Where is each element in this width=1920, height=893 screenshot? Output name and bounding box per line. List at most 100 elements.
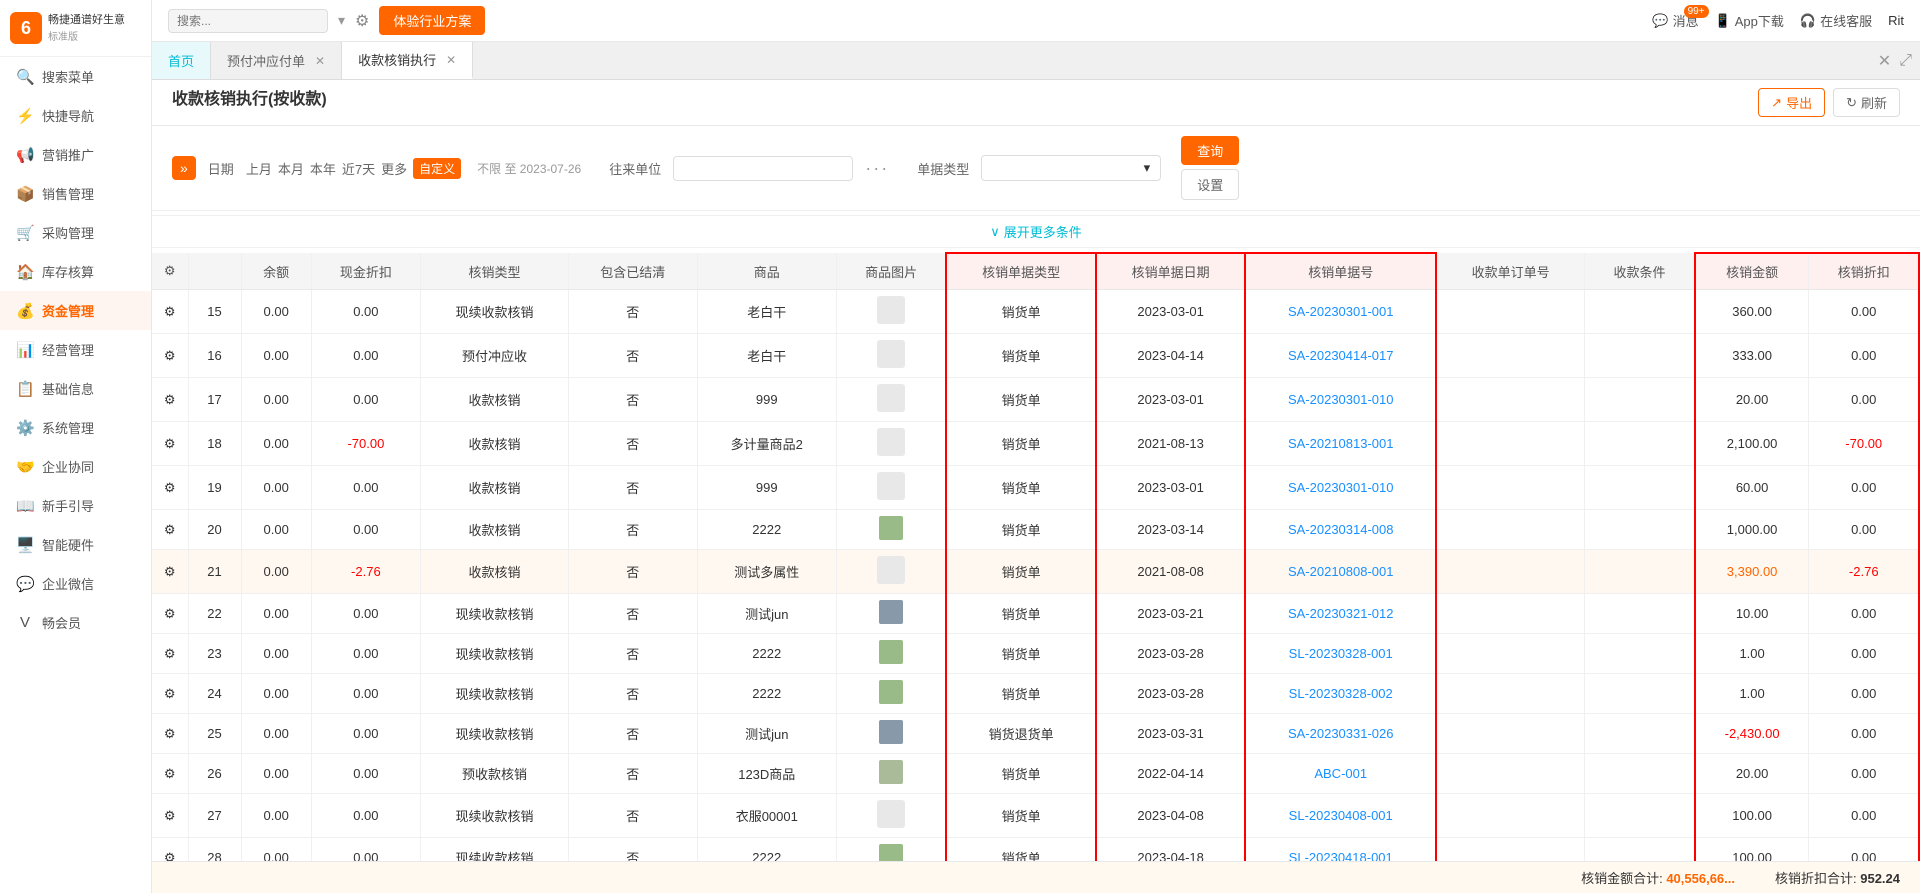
date-last-month[interactable]: 上月	[246, 159, 272, 178]
cell-gear[interactable]: ⚙	[152, 378, 188, 422]
cell-gear[interactable]: ⚙	[152, 838, 188, 862]
cell-gear[interactable]: ⚙	[152, 634, 188, 674]
row-gear-icon[interactable]: ⚙	[164, 606, 176, 621]
industry-solution-button[interactable]: 体验行业方案	[379, 6, 485, 35]
row-gear-icon[interactable]: ⚙	[164, 564, 176, 579]
row-gear-icon[interactable]: ⚙	[164, 480, 176, 495]
sidebar-item-畅会员[interactable]: V畅会员	[0, 603, 151, 642]
cell-gear[interactable]: ⚙	[152, 594, 188, 634]
sidebar-item-智能硬件[interactable]: 🖥️智能硬件	[0, 525, 151, 564]
sidebar-item-快捷导航[interactable]: ⚡快捷导航	[0, 96, 151, 135]
bill-no-link[interactable]: SA-20230301-001	[1288, 304, 1394, 319]
topbar-search-input[interactable]	[168, 9, 328, 33]
filter-collapse-button[interactable]: »	[172, 156, 196, 180]
cell-gear[interactable]: ⚙	[152, 466, 188, 510]
expand-more-button[interactable]: ∨ 展开更多条件	[152, 215, 1920, 248]
sidebar-item-库存核算[interactable]: 🏠库存核算	[0, 252, 151, 291]
sidebar-item-销售管理[interactable]: 📦销售管理	[0, 174, 151, 213]
online-service-button[interactable]: 🎧 在线客服	[1800, 11, 1872, 30]
counterpart-input[interactable]	[673, 156, 853, 181]
settings-button[interactable]: 设置	[1181, 169, 1239, 200]
table-row: ⚙ 28 0.00 0.00 现续收款核销 否 2222 销货单 2023-04…	[152, 838, 1919, 862]
bill-no-link[interactable]: SA-20230414-017	[1288, 348, 1394, 363]
message-button[interactable]: 💬 消息 99+	[1652, 11, 1698, 30]
app-download-button[interactable]: 📱 App下载	[1715, 11, 1784, 30]
bill-no-link[interactable]: SA-20230331-026	[1288, 726, 1394, 741]
export-button[interactable]: ↗ 导出	[1758, 88, 1825, 117]
sidebar-item-搜索菜单[interactable]: 🔍搜索菜单	[0, 57, 151, 96]
sidebar-item-采购管理[interactable]: 🛒采购管理	[0, 213, 151, 252]
row-gear-icon[interactable]: ⚙	[164, 686, 176, 701]
sidebar-item-营销推广[interactable]: 📢营销推广	[0, 135, 151, 174]
counterpart-more-icon[interactable]: ···	[865, 158, 889, 179]
date-more[interactable]: 更多	[381, 159, 407, 178]
cell-bill-no: SL-20230408-001	[1245, 794, 1436, 838]
row-gear-icon[interactable]: ⚙	[164, 348, 176, 363]
bill-no-link[interactable]: SA-20230314-008	[1288, 522, 1394, 537]
row-gear-icon[interactable]: ⚙	[164, 522, 176, 537]
bill-no-link[interactable]: SL-20230328-002	[1289, 686, 1393, 701]
bill-no-link[interactable]: SA-20210813-001	[1288, 436, 1394, 451]
sidebar-item-经营管理[interactable]: 📊经营管理	[0, 330, 151, 369]
bill-no-link[interactable]: SL-20230408-001	[1289, 808, 1393, 823]
cell-receipt-condition	[1585, 674, 1695, 714]
sidebar-item-新手引导[interactable]: 📖新手引导	[0, 486, 151, 525]
cell-gear[interactable]: ⚙	[152, 754, 188, 794]
tab-close-2[interactable]: ✕	[446, 53, 456, 67]
cell-gear[interactable]: ⚙	[152, 714, 188, 754]
bill-no-link[interactable]: SA-20230301-010	[1288, 480, 1394, 495]
row-gear-icon[interactable]: ⚙	[164, 766, 176, 781]
sidebar-item-企业协同[interactable]: 🤝企业协同	[0, 447, 151, 486]
date-this-month[interactable]: 本月	[278, 159, 304, 178]
cell-gear[interactable]: ⚙	[152, 550, 188, 594]
close-tab-icon[interactable]: ✕	[1878, 51, 1891, 71]
sidebar-item-资金管理[interactable]: 💰资金管理	[0, 291, 151, 330]
cell-bill-no: ABC-001	[1245, 754, 1436, 794]
cell-gear[interactable]: ⚙	[152, 422, 188, 466]
cell-gear[interactable]: ⚙	[152, 334, 188, 378]
cell-gear[interactable]: ⚙	[152, 510, 188, 550]
topbar-dropdown-icon[interactable]: ▾	[338, 12, 345, 29]
date-this-year[interactable]: 本年	[310, 159, 336, 178]
tab-首页[interactable]: 首页	[152, 42, 211, 79]
cell-cash-discount: 0.00	[311, 594, 420, 634]
search-button[interactable]: 查询	[1181, 136, 1239, 165]
cell-cash-discount: 0.00	[311, 794, 420, 838]
bill-no-link[interactable]: SA-20230321-012	[1288, 606, 1394, 621]
sidebar-item-企业微信[interactable]: 💬企业微信	[0, 564, 151, 603]
bill-no-link[interactable]: SL-20230418-001	[1289, 850, 1393, 861]
bill-no-link[interactable]: ABC-001	[1314, 766, 1367, 781]
row-gear-icon[interactable]: ⚙	[164, 646, 176, 661]
date-custom-button[interactable]: 自定义	[413, 158, 461, 179]
bill-no-link[interactable]: SA-20210808-001	[1288, 564, 1394, 579]
refresh-button[interactable]: ↻ 刷新	[1833, 88, 1900, 117]
cell-goods-image	[836, 466, 946, 510]
bill-type-select[interactable]: ▾	[981, 155, 1161, 181]
date-7days[interactable]: 近7天	[342, 159, 375, 178]
footer-verify-discount: 核销折扣合计: 952.24	[1775, 868, 1900, 887]
bill-no-link[interactable]: SA-20230301-010	[1288, 392, 1394, 407]
cell-gear[interactable]: ⚙	[152, 674, 188, 714]
maximize-icon[interactable]: ⤢	[1899, 52, 1912, 70]
row-gear-icon[interactable]: ⚙	[164, 850, 176, 862]
row-gear-icon[interactable]: ⚙	[164, 304, 176, 319]
cell-cash-discount: 0.00	[311, 510, 420, 550]
bill-no-link[interactable]: SL-20230328-001	[1289, 646, 1393, 661]
sidebar-item-基础信息[interactable]: 📋基础信息	[0, 369, 151, 408]
row-gear-icon[interactable]: ⚙	[164, 392, 176, 407]
cell-gear[interactable]: ⚙	[152, 794, 188, 838]
tab-预付冲应付单[interactable]: 预付冲应付单✕	[211, 42, 342, 79]
user-profile[interactable]: Rit	[1888, 13, 1904, 28]
col-header-gear[interactable]: ⚙	[152, 253, 188, 290]
topbar-gear-icon[interactable]: ⚙	[355, 11, 369, 31]
row-gear-icon[interactable]: ⚙	[164, 808, 176, 823]
sidebar-item-系统管理[interactable]: ⚙️系统管理	[0, 408, 151, 447]
cell-gear[interactable]: ⚙	[152, 290, 188, 334]
cell-seq: 27	[188, 794, 241, 838]
row-gear-icon[interactable]: ⚙	[164, 436, 176, 451]
tab-close-1[interactable]: ✕	[315, 54, 325, 68]
tab-收款核销执行[interactable]: 收款核销执行✕	[342, 42, 473, 79]
row-gear-icon[interactable]: ⚙	[164, 726, 176, 741]
cell-goods-image	[836, 594, 946, 634]
cell-seq: 23	[188, 634, 241, 674]
